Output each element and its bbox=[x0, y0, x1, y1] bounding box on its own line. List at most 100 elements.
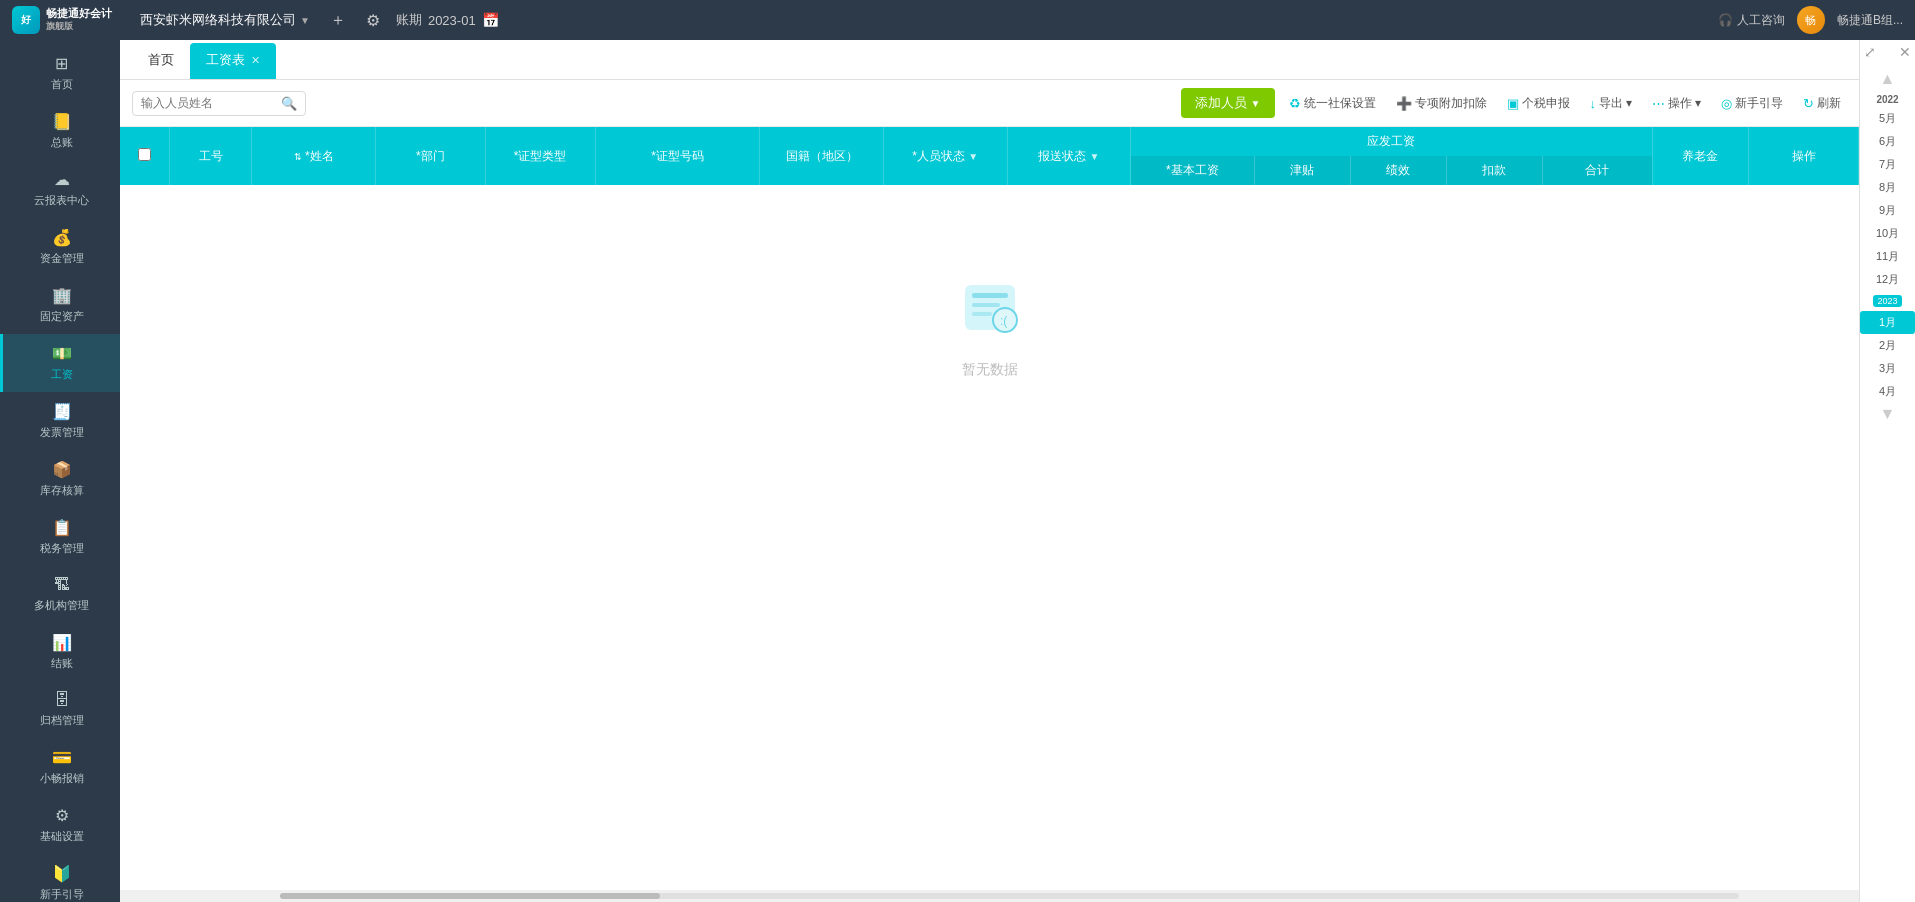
calendar-icon[interactable]: 📅 bbox=[482, 12, 499, 28]
header-actions: ＋ ⚙ 账期 2023-01 📅 bbox=[326, 10, 499, 31]
empty-icon: :( bbox=[950, 265, 1030, 345]
company-selector[interactable]: 西安虾米网络科技有限公司 ▼ bbox=[140, 11, 310, 29]
sidebar-item-label: 结账 bbox=[51, 656, 73, 671]
th-idno: *证型号码 bbox=[595, 127, 760, 185]
period-month-6[interactable]: 6月 bbox=[1860, 130, 1915, 153]
period-month-4[interactable]: 4月 bbox=[1860, 380, 1915, 403]
fund-icon: 💰 bbox=[52, 228, 72, 247]
search-input[interactable] bbox=[141, 96, 281, 110]
sidebar-item-expense[interactable]: 💳 小畅报销 bbox=[0, 738, 120, 796]
add-company-button[interactable]: ＋ bbox=[326, 10, 350, 31]
period-month-3[interactable]: 3月 bbox=[1860, 357, 1915, 380]
period-month-7[interactable]: 7月 bbox=[1860, 153, 1915, 176]
sidebar-item-archive[interactable]: 🗄 归档管理 bbox=[0, 681, 120, 738]
sidebar-item-label: 小畅报销 bbox=[40, 771, 84, 786]
th-country: 国籍（地区） bbox=[760, 127, 884, 185]
search-wrap: 🔍 bbox=[132, 91, 306, 116]
th-payroll-group: 应发工资 bbox=[1131, 127, 1653, 156]
human-consult-button[interactable]: 🎧 人工咨询 bbox=[1718, 12, 1785, 29]
salary-icon: 💵 bbox=[52, 344, 72, 363]
sidebar-item-label: 多机构管理 bbox=[34, 598, 89, 613]
operation-chevron-icon: ▾ bbox=[1695, 96, 1701, 110]
tax-icon: 📋 bbox=[52, 518, 72, 537]
th-subsidy: 津贴 bbox=[1254, 156, 1350, 185]
period-month-2[interactable]: 2月 bbox=[1860, 334, 1915, 357]
user-avatar[interactable]: 畅 bbox=[1797, 6, 1825, 34]
right-period-panel: ✕ ⤢ ▲ 2022 5月 6月 7月 8月 9月 10月 11月 12月 20… bbox=[1859, 40, 1915, 902]
sidebar-item-label: 库存核算 bbox=[40, 483, 84, 498]
sidebar-item-fund[interactable]: 💰 资金管理 bbox=[0, 218, 120, 276]
sidebar-item-multi-org[interactable]: 🏗 多机构管理 bbox=[0, 566, 120, 623]
sidebar-item-label: 新手引导 bbox=[40, 887, 84, 902]
table-header-row1: 工号 ⇅ *姓名 *部门 *证型类型 *证型号码 国籍（地区） *人员状态 ▼ … bbox=[120, 127, 1859, 156]
app-logo-icon: 好 bbox=[12, 6, 40, 34]
tab-bar: 首页 工资表 ✕ bbox=[120, 40, 1859, 80]
sidebar-item-settings[interactable]: ⚙ 基础设置 bbox=[0, 796, 120, 854]
multi-org-icon: 🏗 bbox=[54, 576, 70, 594]
sidebar-item-label: 工资 bbox=[51, 367, 73, 382]
export-button[interactable]: ↓ 导出 ▾ bbox=[1584, 91, 1639, 116]
sidebar-item-label: 基础设置 bbox=[40, 829, 84, 844]
content-area: 首页 工资表 ✕ 🔍 添加人员 ▼ ♻ 统一社保设置 ➕ 专 bbox=[120, 40, 1859, 902]
svg-text::(: :( bbox=[1000, 314, 1007, 328]
sidebar-item-cloud-report[interactable]: ☁ 云报表中心 bbox=[0, 160, 120, 218]
svg-rect-2 bbox=[972, 303, 1000, 307]
period-month-10[interactable]: 10月 bbox=[1860, 222, 1915, 245]
assets-icon: 🏢 bbox=[52, 286, 72, 305]
sidebar-item-assets[interactable]: 🏢 固定资产 bbox=[0, 276, 120, 334]
period-month-9[interactable]: 9月 bbox=[1860, 199, 1915, 222]
tab-close-icon[interactable]: ✕ bbox=[251, 54, 260, 67]
tab-home-label: 首页 bbox=[148, 51, 174, 69]
period-month-11[interactable]: 11月 bbox=[1860, 245, 1915, 268]
period-month-1[interactable]: 1月 bbox=[1860, 311, 1915, 334]
person-status-filter-icon[interactable]: ▼ bbox=[968, 151, 978, 162]
period-month-8[interactable]: 8月 bbox=[1860, 176, 1915, 199]
sidebar-item-guide[interactable]: 🔰 新手引导 bbox=[0, 854, 120, 902]
guide-button[interactable]: ◎ 新手引导 bbox=[1715, 91, 1789, 116]
period-scroll-down-button[interactable]: ▼ bbox=[1878, 403, 1898, 425]
sidebar-item-invoice[interactable]: 🧾 发票管理 bbox=[0, 392, 120, 450]
special-deduction-button[interactable]: ➕ 专项附加扣除 bbox=[1390, 91, 1493, 116]
search-icon[interactable]: 🔍 bbox=[281, 96, 297, 111]
period-month-5[interactable]: 5月 bbox=[1860, 107, 1915, 130]
sidebar-item-inventory[interactable]: 📦 库存核算 bbox=[0, 450, 120, 508]
add-person-button[interactable]: 添加人员 ▼ bbox=[1181, 88, 1275, 118]
period-month-12[interactable]: 12月 bbox=[1860, 268, 1915, 291]
social-insurance-button[interactable]: ♻ 统一社保设置 bbox=[1283, 91, 1382, 116]
tax-declaration-button[interactable]: ▣ 个税申报 bbox=[1501, 91, 1576, 116]
th-name: ⇅ *姓名 bbox=[252, 127, 376, 185]
tab-home[interactable]: 首页 bbox=[132, 43, 190, 79]
archive-icon: 🗄 bbox=[54, 691, 70, 709]
close-panel-icon[interactable]: ✕ bbox=[1899, 44, 1911, 60]
sidebar-item-home[interactable]: ⊞ 首页 bbox=[0, 44, 120, 102]
scrollbar-track[interactable] bbox=[280, 893, 1739, 899]
refresh-button[interactable]: ↻ 刷新 bbox=[1797, 91, 1847, 116]
period-year-badge-2023: 2023 bbox=[1873, 295, 1901, 307]
operation-button[interactable]: ⋯ 操作 ▾ bbox=[1646, 91, 1707, 116]
empty-state: :( 暂无数据 bbox=[120, 185, 1859, 459]
tab-salary-table[interactable]: 工资表 ✕ bbox=[190, 43, 276, 79]
sidebar-item-label: 总账 bbox=[51, 135, 73, 150]
sidebar-item-settlement[interactable]: 📊 结账 bbox=[0, 623, 120, 681]
expand-panel-icon[interactable]: ⤢ bbox=[1864, 44, 1876, 60]
user-name[interactable]: 畅捷通B组... bbox=[1837, 12, 1903, 29]
sort-icon: ⇅ bbox=[294, 152, 302, 162]
select-all-checkbox[interactable] bbox=[138, 148, 151, 161]
main-layout: ⊞ 首页 📒 总账 ☁ 云报表中心 💰 资金管理 🏢 固定资产 💵 工资 🧾 发… bbox=[0, 40, 1915, 902]
export-icon: ↓ bbox=[1590, 96, 1597, 111]
period-scroll-up-button[interactable]: ▲ bbox=[1878, 68, 1898, 90]
th-deduction: 扣款 bbox=[1446, 156, 1542, 185]
sidebar-item-label: 归档管理 bbox=[40, 713, 84, 728]
report-status-filter-icon[interactable]: ▼ bbox=[1090, 151, 1100, 162]
sidebar-item-tax[interactable]: 📋 税务管理 bbox=[0, 508, 120, 566]
th-checkbox bbox=[120, 127, 169, 185]
sidebar-item-salary[interactable]: 💵 工资 bbox=[0, 334, 120, 392]
th-operation: 操作 bbox=[1749, 127, 1859, 185]
th-idtype: *证型类型 bbox=[485, 127, 595, 185]
period-value: 2023-01 bbox=[428, 13, 476, 28]
th-performance: 绩效 bbox=[1350, 156, 1446, 185]
scrollbar-thumb[interactable] bbox=[280, 893, 660, 899]
settings-icon[interactable]: ⚙ bbox=[362, 11, 384, 30]
home-icon: ⊞ bbox=[55, 54, 68, 73]
sidebar-item-ledger[interactable]: 📒 总账 bbox=[0, 102, 120, 160]
